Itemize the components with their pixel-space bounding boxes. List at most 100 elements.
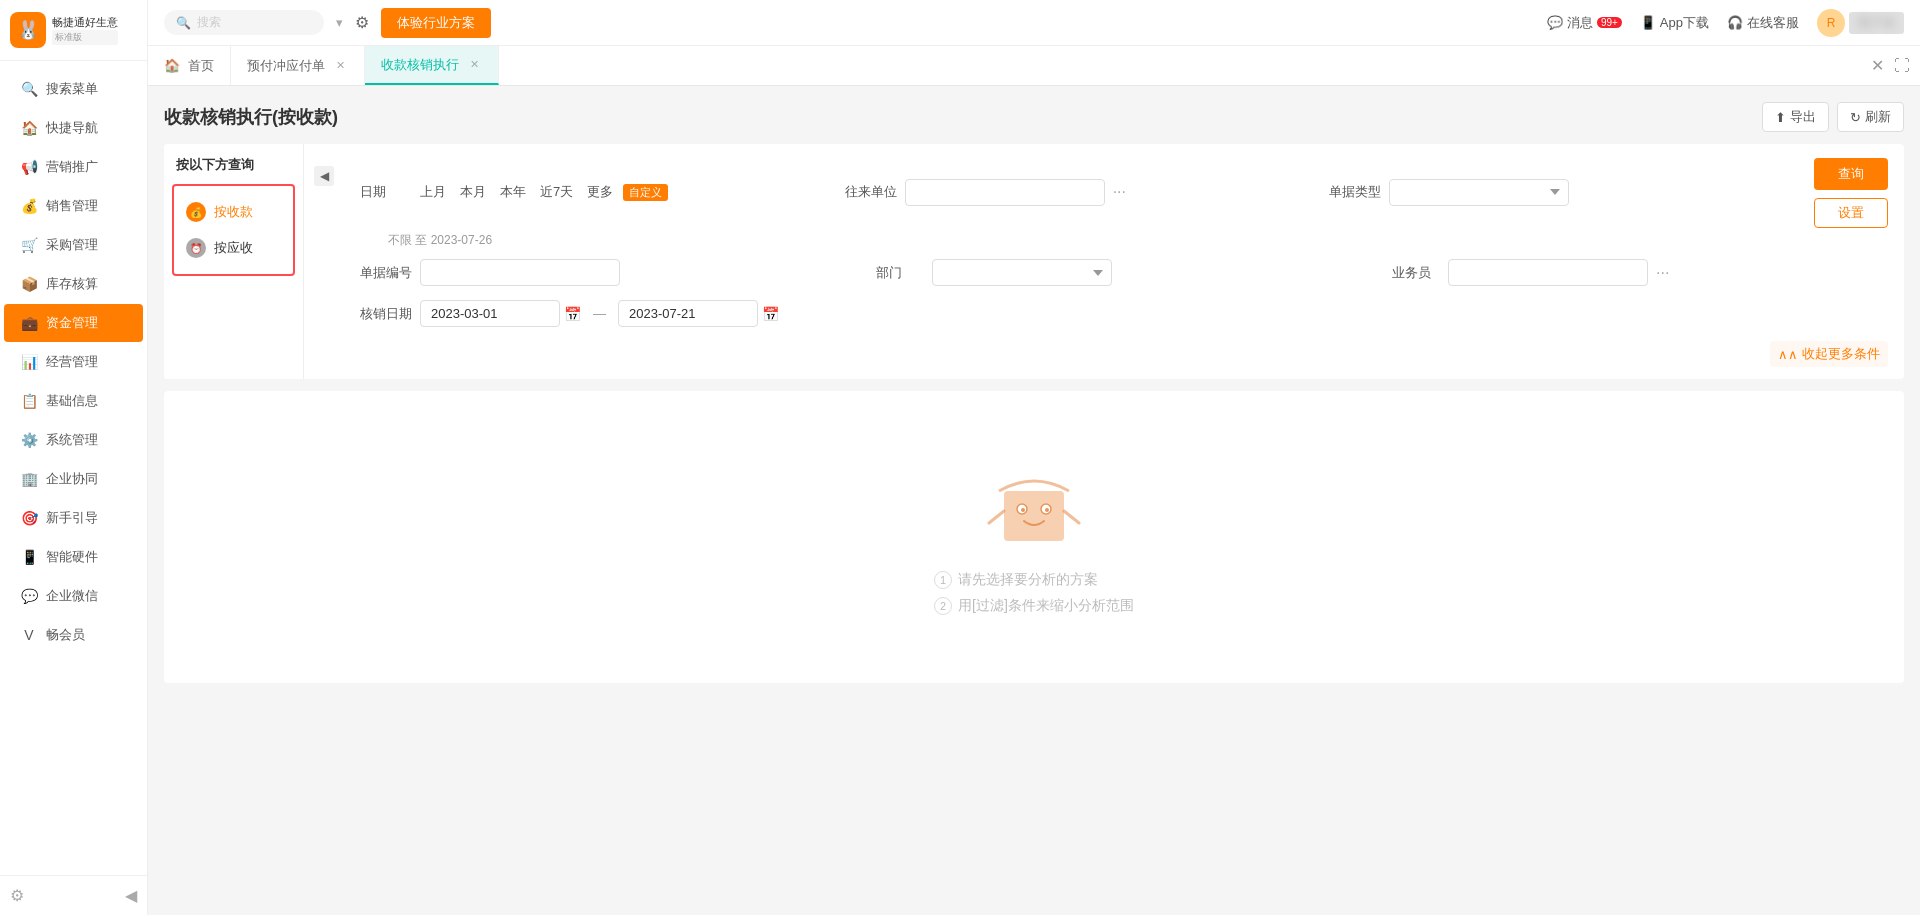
svg-point-3 [1021,508,1025,512]
date-custom-tag[interactable]: 自定义 [623,184,668,201]
staff-input[interactable] [1448,259,1648,286]
sidebar: 🐰 畅捷通好生意 标准版 🔍 搜索菜单 🏠 快捷导航 📢 营销推广 💰 销售管理… [0,0,148,915]
date-label: 日期 [360,183,408,201]
service-button[interactable]: 🎧 在线客服 [1727,14,1799,32]
date-this-year[interactable]: 本年 [496,181,530,203]
collapse-more-row: ∧∧ 收起更多条件 [360,341,1888,367]
collapse-more-button[interactable]: ∧∧ 收起更多条件 [1770,341,1888,367]
close-tab-icon[interactable]: ✕ [1871,56,1884,75]
filter-fields: 日期 上月 本月 本年 近7天 更多 自定义 往来单位 ··· [344,144,1904,379]
date-range-display: 不限 至 2023-07-26 [388,233,492,247]
sidebar-item-新手引导[interactable]: 🎯 新手引导 [4,499,143,537]
maximize-icon[interactable]: ⛶ [1894,57,1910,75]
message-button[interactable]: 💬 消息 99+ [1547,14,1622,32]
filter-container: 按以下方查询 💰 按收款 ⏰ 按应收 ◀ [164,144,1904,379]
settings-button[interactable]: 设置 [1814,198,1888,228]
nav-label-12: 智能硬件 [46,548,98,566]
receivable-icon: ⏰ [186,238,206,258]
sidebar-item-快捷导航[interactable]: 🏠 快捷导航 [4,109,143,147]
export-label: 导出 [1790,108,1816,126]
sidebar-item-基础信息[interactable]: 📋 基础信息 [4,382,143,420]
sidebar-item-搜索菜单[interactable]: 🔍 搜索菜单 [4,70,143,108]
nav-label-6: 资金管理 [46,314,98,332]
dropdown-icon[interactable]: ▾ [336,15,343,30]
tab-controls: ✕ ⛶ [1861,46,1920,85]
tab-home[interactable]: 🏠 首页 [148,46,231,85]
nav-icon-4: 🛒 [20,236,38,254]
nav-label-2: 营销推广 [46,158,98,176]
page-actions: ⬆ 导出 ↻ 刷新 [1762,102,1904,132]
dept-select[interactable] [932,259,1112,286]
staff-more-icon[interactable]: ··· [1656,264,1669,282]
nav-label-5: 库存核算 [46,275,98,293]
tab-writeoff-close[interactable]: ✕ [467,57,482,72]
voucher-type-select[interactable] [1389,179,1569,206]
nav-icon-11: 🎯 [20,509,38,527]
step-2-badge: 2 [934,597,952,615]
date-last-month[interactable]: 上月 [416,181,450,203]
header-search: 🔍 搜索 [164,10,324,35]
writeoff-start-wrap: 📅 [420,300,581,327]
counterparty-input[interactable] [905,179,1105,206]
search-placeholder: 搜索 [197,14,221,31]
solution-button[interactable]: 体验行业方案 [381,8,491,38]
nav-icon-10: 🏢 [20,470,38,488]
svg-rect-0 [1004,491,1064,541]
nav-label-8: 基础信息 [46,392,98,410]
sidebar-item-库存核算[interactable]: 📦 库存核算 [4,265,143,303]
date-more[interactable]: 更多 [583,181,617,203]
voucher-no-input[interactable] [420,259,620,286]
header-right: 💬 消息 99+ 📱 App下载 🎧 在线客服 R 用户名 [1547,9,1904,37]
refresh-button[interactable]: ↻ 刷新 [1837,102,1904,132]
sidebar-item-智能硬件[interactable]: 📱 智能硬件 [4,538,143,576]
tab-bar: 🏠 首页 预付冲应付单 ✕ 收款核销执行 ✕ ✕ ⛶ [148,46,1920,86]
calendar-start-icon[interactable]: 📅 [564,306,581,322]
user-profile[interactable]: R 用户名 [1817,9,1904,37]
nav-label-11: 新手引导 [46,509,98,527]
page-title: 收款核销执行(按收款) [164,105,338,129]
dept-label: 部门 [876,264,924,282]
sidebar-item-营销推广[interactable]: 📢 营销推广 [4,148,143,186]
sidebar-item-资金管理[interactable]: 💼 资金管理 [4,304,143,342]
content-area: 1 请先选择要分析的方案 2 用[过滤]条件来缩小分析范围 [164,391,1904,683]
app-download-label: App下载 [1660,14,1709,32]
nav-label-7: 经营管理 [46,353,98,371]
sidebar-item-畅会员[interactable]: V 畅会员 [4,616,143,654]
sidebar-item-采购管理[interactable]: 🛒 采购管理 [4,226,143,264]
nav-label-13: 企业微信 [46,587,98,605]
gear-icon[interactable]: ⚙ [355,13,369,32]
writeoff-start-input[interactable] [420,300,560,327]
tab-prepay-close[interactable]: ✕ [333,58,348,73]
tab-writeoff[interactable]: 收款核销执行 ✕ [365,46,499,85]
svg-line-5 [989,511,1004,523]
sidebar-item-企业微信[interactable]: 💬 企业微信 [4,577,143,615]
logo-icon: 🐰 [10,12,46,48]
collapse-button[interactable]: ◀ [314,166,334,186]
nav-label-9: 系统管理 [46,431,98,449]
filter-by-receipt[interactable]: 💰 按收款 [174,194,293,230]
app-download-button[interactable]: 📱 App下载 [1640,14,1709,32]
receipt-icon: 💰 [186,202,206,222]
sidebar-item-系统管理[interactable]: ⚙️ 系统管理 [4,421,143,459]
counterparty-more-icon[interactable]: ··· [1113,183,1126,201]
nav-icon-7: 📊 [20,353,38,371]
date-this-month[interactable]: 本月 [456,181,490,203]
tab-prepay[interactable]: 预付冲应付单 ✕ [231,46,365,85]
filter-by-receivable[interactable]: ⏰ 按应收 [174,230,293,266]
writeoff-date-group: 核销日期 📅 — 📅 [360,300,1888,327]
calendar-end-icon[interactable]: 📅 [762,306,779,322]
filter-options-box: 💰 按收款 ⏰ 按应收 [172,184,295,276]
settings-icon[interactable]: ⚙ [10,886,24,905]
writeoff-end-input[interactable] [618,300,758,327]
sidebar-item-销售管理[interactable]: 💰 销售管理 [4,187,143,225]
nav-icon-8: 📋 [20,392,38,410]
date-7days[interactable]: 近7天 [536,181,577,203]
sidebar-item-企业协同[interactable]: 🏢 企业协同 [4,460,143,498]
sidebar-item-经营管理[interactable]: 📊 经营管理 [4,343,143,381]
collapse-sidebar-icon[interactable]: ◀ [125,886,137,905]
step-1-badge: 1 [934,571,952,589]
page-content: 收款核销执行(按收款) ⬆ 导出 ↻ 刷新 按以下方查询 💰 [148,86,1920,915]
export-button[interactable]: ⬆ 导出 [1762,102,1829,132]
query-button[interactable]: 查询 [1814,158,1888,190]
refresh-label: 刷新 [1865,108,1891,126]
